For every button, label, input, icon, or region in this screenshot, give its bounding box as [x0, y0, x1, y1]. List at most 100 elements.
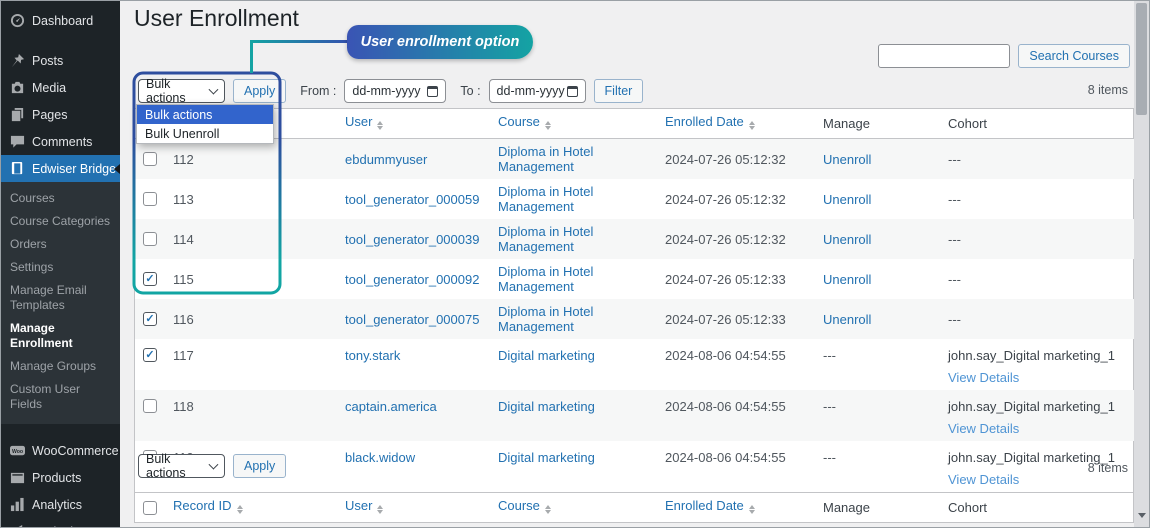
record-id-cell: 116 — [173, 311, 194, 327]
sidebar-item-marketing[interactable]: Marketing — [1, 518, 120, 527]
course-link[interactable]: Diploma in Hotel Management — [498, 264, 593, 294]
unenroll-link[interactable]: Unenroll — [823, 152, 871, 167]
sidebar-item-woocommerce[interactable]: Woo WooCommerce — [1, 437, 120, 464]
cohort-name: john.say_Digital marketing_1 — [948, 348, 1115, 363]
sidebar-item-label: Posts — [32, 53, 64, 68]
sidebar-item-manage-groups[interactable]: Manage Groups — [1, 355, 120, 378]
view-details-link[interactable]: View Details — [948, 421, 1019, 436]
row-checkbox[interactable] — [143, 232, 157, 246]
sidebar-item-label: Analytics — [32, 497, 83, 512]
dropdown-option-bulk-actions[interactable]: Bulk actions — [137, 105, 273, 124]
annotation-callout-label: User enrollment option — [360, 34, 520, 50]
scrollbar-down-arrow-icon[interactable] — [1138, 513, 1146, 522]
unenroll-link[interactable]: Unenroll — [823, 312, 871, 327]
table-row: 115 tool_generator_000092 Diploma in Hot… — [135, 259, 1135, 299]
column-header-course[interactable]: Course — [490, 492, 657, 522]
column-header-cohort: Cohort — [940, 109, 1135, 139]
column-header-record-id[interactable]: Record ID — [165, 492, 337, 522]
comment-icon — [10, 134, 25, 149]
sidebar-item-course-categories[interactable]: Course Categories — [1, 210, 120, 233]
sidebar-item-posts[interactable]: Posts — [1, 47, 120, 74]
calendar-icon[interactable] — [427, 85, 439, 97]
from-date-input[interactable]: dd-mm-yyyy — [344, 79, 447, 103]
select-all-checkbox[interactable] — [143, 500, 157, 515]
sidebar-item-products[interactable]: Products — [1, 464, 120, 491]
user-link[interactable]: tool_generator_000092 — [345, 272, 479, 287]
pages-icon — [10, 107, 25, 122]
user-link[interactable]: tool_generator_000059 — [345, 192, 479, 207]
row-checkbox[interactable] — [143, 272, 157, 286]
megaphone-icon — [10, 524, 25, 527]
sidebar-item-manage-email-templates[interactable]: Manage Email Templates — [1, 279, 105, 317]
sidebar-item-label: Products — [32, 470, 82, 485]
sidebar-item-label: Comments — [32, 134, 93, 149]
apply-button-bottom[interactable]: Apply — [233, 454, 287, 478]
course-link[interactable]: Digital marketing — [498, 399, 595, 414]
filter-button[interactable]: Filter — [593, 79, 644, 103]
column-header-manage: Manage — [815, 492, 940, 522]
search-courses-button[interactable]: Search Courses — [1018, 44, 1130, 68]
user-link[interactable]: tool_generator_000039 — [345, 232, 479, 247]
sidebar-item-edwiser-bridge[interactable]: Edwiser Bridge — [1, 155, 120, 182]
user-link[interactable]: tool_generator_000075 — [345, 312, 479, 327]
main-content: User Enrollment Search Courses 8 items B… — [120, 1, 1135, 527]
bulk-actions-select-value: Bulk actions — [146, 77, 186, 105]
to-date-input[interactable]: dd-mm-yyyy — [488, 79, 586, 103]
bulk-actions-dropdown: Bulk actions Bulk Unenroll — [136, 104, 274, 144]
dropdown-option-bulk-unenroll[interactable]: Bulk Unenroll — [137, 124, 273, 143]
cohort-cell: --- — [948, 151, 961, 167]
vertical-scrollbar[interactable] — [1134, 1, 1149, 527]
column-header-user[interactable]: User — [337, 492, 490, 522]
sidebar-item-settings[interactable]: Settings — [1, 256, 120, 279]
screen: Dashboard Posts Media Pages Comments Edw… — [0, 0, 1150, 528]
unenroll-link[interactable]: Unenroll — [823, 272, 871, 287]
media-icon — [10, 80, 25, 95]
book-icon — [10, 161, 25, 176]
column-header-enrolled-date[interactable]: Enrolled Date — [657, 109, 815, 139]
user-link[interactable]: ebdummyuser — [345, 152, 427, 167]
sidebar-item-manage-enrollment[interactable]: Manage Enrollment — [1, 317, 120, 355]
calendar-icon[interactable] — [566, 85, 578, 97]
woocommerce-icon: Woo — [10, 443, 25, 458]
svg-text:Woo: Woo — [12, 449, 23, 455]
row-checkbox[interactable] — [143, 312, 157, 326]
column-header-enrolled-date[interactable]: Enrolled Date — [657, 492, 815, 522]
sidebar-item-courses[interactable]: Courses — [1, 187, 120, 210]
view-details-link[interactable]: View Details — [948, 370, 1019, 385]
cohort-cell: --- — [948, 191, 961, 207]
sidebar-item-pages[interactable]: Pages — [1, 101, 120, 128]
scrollbar-thumb[interactable] — [1136, 3, 1147, 115]
column-header-user[interactable]: User — [337, 109, 490, 139]
sidebar-item-orders[interactable]: Orders — [1, 233, 120, 256]
row-checkbox[interactable] — [143, 348, 157, 362]
course-link[interactable]: Diploma in Hotel Management — [498, 224, 593, 254]
bulk-actions-select-bottom[interactable]: Bulk actions — [138, 452, 225, 480]
record-id-cell: 114 — [173, 231, 194, 247]
course-link[interactable]: Digital marketing — [498, 450, 595, 465]
row-checkbox[interactable] — [143, 152, 157, 166]
sidebar-item-dashboard[interactable]: Dashboard — [1, 7, 120, 34]
manage-cell: --- — [823, 399, 836, 414]
sidebar-item-comments[interactable]: Comments — [1, 128, 120, 155]
user-link[interactable]: tony.stark — [345, 348, 400, 363]
row-checkbox[interactable] — [143, 399, 157, 413]
user-link[interactable]: black.widow — [345, 450, 415, 465]
column-header-course[interactable]: Course — [490, 109, 657, 139]
to-date-value: dd-mm-yyyy — [496, 84, 565, 98]
bulk-actions-select[interactable]: Bulk actions — [138, 77, 225, 105]
unenroll-link[interactable]: Unenroll — [823, 232, 871, 247]
search-courses-input[interactable] — [878, 44, 1011, 68]
from-date-value: dd-mm-yyyy — [352, 84, 421, 98]
sidebar-item-media[interactable]: Media — [1, 74, 120, 101]
row-checkbox[interactable] — [143, 192, 157, 206]
unenroll-link[interactable]: Unenroll — [823, 192, 871, 207]
course-link[interactable]: Diploma in Hotel Management — [498, 144, 593, 174]
course-link[interactable]: Diploma in Hotel Management — [498, 304, 593, 334]
user-link[interactable]: captain.america — [345, 399, 437, 414]
sidebar-item-custom-user-fields[interactable]: Custom User Fields — [1, 378, 120, 416]
apply-button[interactable]: Apply — [233, 79, 287, 103]
view-details-link[interactable]: View Details — [948, 472, 1019, 487]
course-link[interactable]: Digital marketing — [498, 348, 595, 363]
course-link[interactable]: Diploma in Hotel Management — [498, 184, 593, 214]
sidebar-item-analytics[interactable]: Analytics — [1, 491, 120, 518]
